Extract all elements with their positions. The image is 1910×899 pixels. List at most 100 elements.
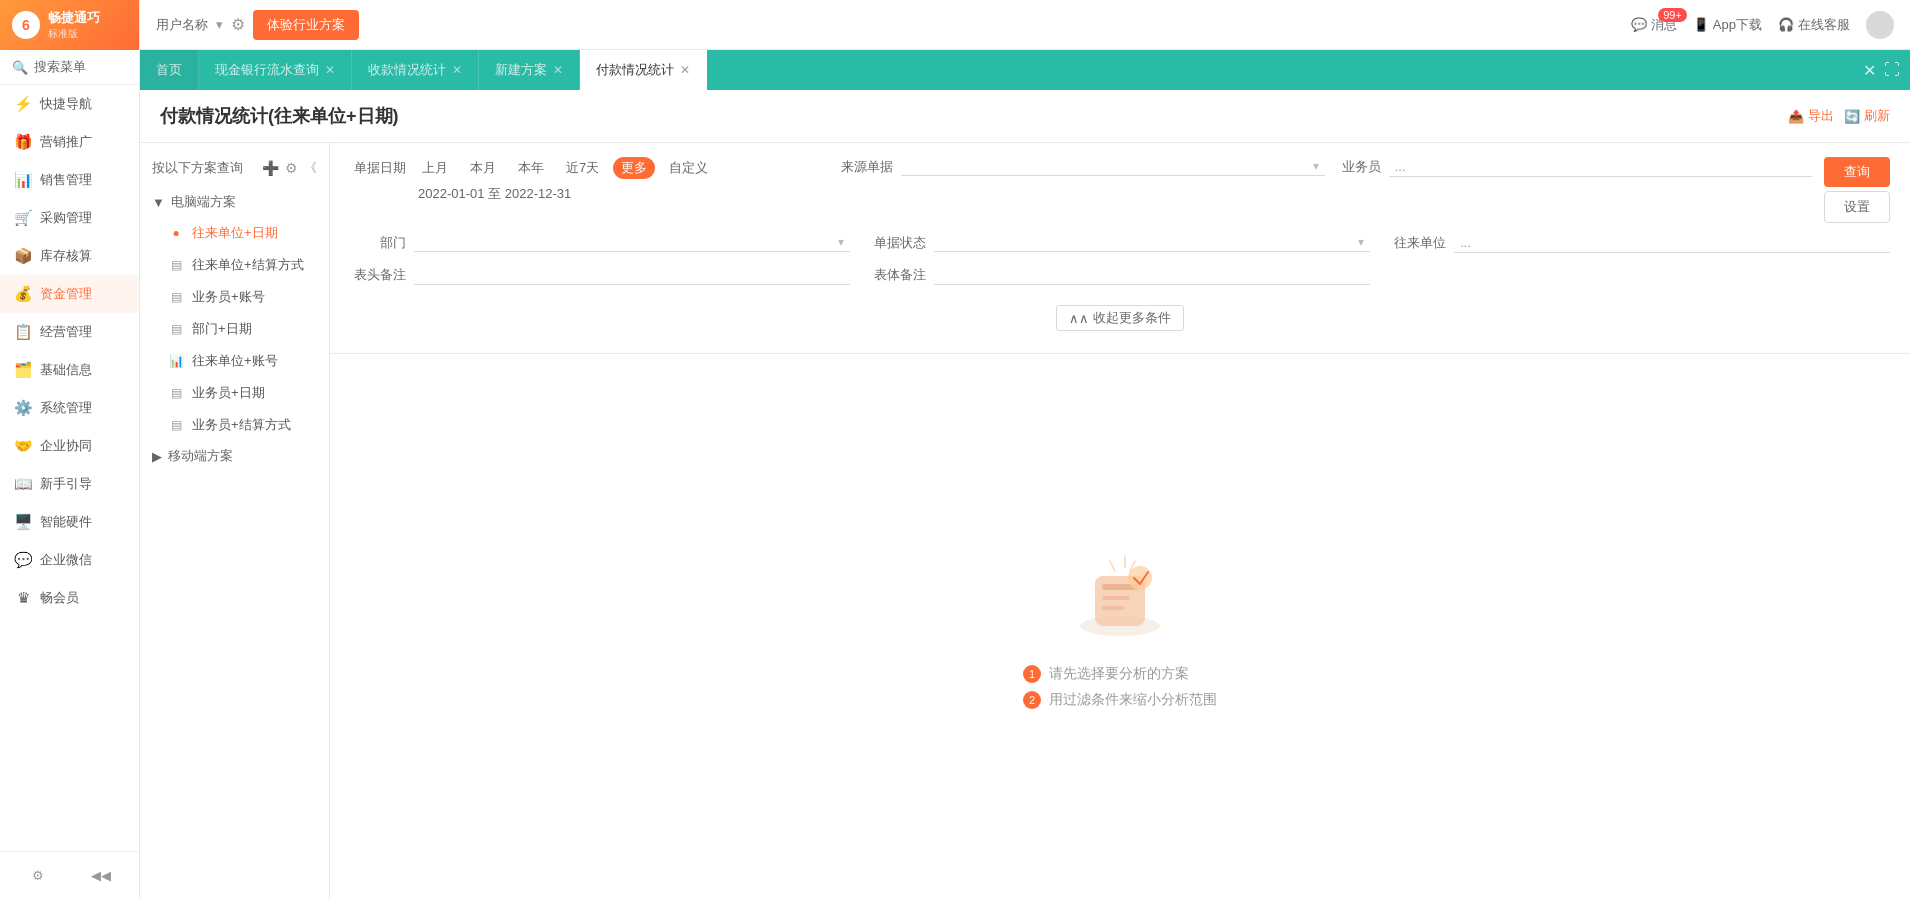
tip-num-1: 1 — [1023, 665, 1041, 683]
trial-btn[interactable]: 体验行业方案 — [253, 10, 359, 40]
inventory-icon: 📦 — [14, 247, 32, 265]
dept-filter: 部门 ▾ — [350, 233, 850, 252]
body-note-filter: 表体备注 — [870, 265, 1370, 285]
tab-payment-stats[interactable]: 付款情况统计 ✕ — [580, 50, 707, 90]
content-area: 付款情况统计(往来单位+日期) 📤 导出 🔄 刷新 按以下方案查询 ➕ — [140, 90, 1910, 899]
scheme-item-salesman-settle[interactable]: ▤ 业务员+结算方式 — [140, 409, 329, 441]
sidebar-item-label: 库存核算 — [40, 247, 92, 265]
sidebar-item-marketing[interactable]: 🎁 营销推广 — [0, 123, 139, 161]
sidebar-nav: ⚡ 快捷导航 🎁 营销推广 📊 销售管理 🛒 采购管理 📦 库存核算 💰 资金管… — [0, 85, 139, 851]
tab-payment-stats-close[interactable]: ✕ — [680, 63, 690, 77]
sidebar-item-system[interactable]: ⚙️ 系统管理 — [0, 389, 139, 427]
user-avatar[interactable] — [1866, 11, 1894, 39]
doc-status-filter: 单据状态 ▾ — [870, 233, 1370, 252]
collapse-conditions-btn[interactable]: ∧∧ 收起更多条件 — [1056, 305, 1184, 331]
sidebar-collapse-btn[interactable]: ◀◀ — [74, 862, 130, 889]
tab-minimize-btn[interactable]: ✕ — [1863, 61, 1876, 80]
partner-filter: 往来单位 ... — [1390, 233, 1890, 253]
source-select[interactable]: ▾ — [901, 157, 1324, 176]
sidebar-item-label: 快捷导航 — [40, 95, 92, 113]
query-btn[interactable]: 查询 — [1824, 157, 1890, 187]
sidebar-item-vip[interactable]: ♛ 畅会员 — [0, 579, 139, 617]
message-action[interactable]: 💬 消息 99+ — [1631, 16, 1677, 34]
scheme-item-salesman-date[interactable]: ▤ 业务员+日期 — [140, 377, 329, 409]
refresh-btn[interactable]: 🔄 刷新 — [1844, 107, 1890, 125]
export-btn[interactable]: 📤 导出 — [1788, 107, 1834, 125]
scheme-item-label: 部门+日期 — [192, 320, 252, 338]
panel-add-icon[interactable]: ➕ — [262, 160, 279, 176]
sidebar-item-operation[interactable]: 📋 经营管理 — [0, 313, 139, 351]
sidebar-item-label: 新手引导 — [40, 475, 92, 493]
tab-new-plan[interactable]: 新建方案 ✕ — [479, 50, 580, 90]
search-menu-label: 搜索菜单 — [34, 58, 86, 76]
scheme-item-dept-date[interactable]: ▤ 部门+日期 — [140, 313, 329, 345]
date-opt-this-month[interactable]: 本月 — [462, 157, 504, 179]
tab-receipt-stats-label: 收款情况统计 — [368, 61, 446, 79]
settings-btn[interactable]: 设置 — [1824, 191, 1890, 223]
sidebar-item-inventory[interactable]: 📦 库存核算 — [0, 237, 139, 275]
scheme-item-partner-settle[interactable]: ▤ 往来单位+结算方式 — [140, 249, 329, 281]
tab-home[interactable]: 首页 — [140, 50, 199, 90]
topbar-settings-icon[interactable]: ⚙ — [231, 15, 245, 34]
tab-bank-flow-close[interactable]: ✕ — [325, 63, 335, 77]
scheme-item-partner-date[interactable]: ● 往来单位+日期 — [140, 217, 329, 249]
right-panel: 单据日期 上月 本月 本年 近7天 更多 自定义 — [330, 143, 1910, 899]
body-note-label: 表体备注 — [870, 266, 926, 284]
head-note-filter: 表头备注 — [350, 265, 850, 285]
sidebar-item-label: 经营管理 — [40, 323, 92, 341]
scheme-group-mobile-title[interactable]: ▶ 移动端方案 — [140, 441, 329, 471]
tab-bank-flow[interactable]: 现金银行流水查询 ✕ — [199, 50, 352, 90]
sidebar-item-collab[interactable]: 🤝 企业协同 — [0, 427, 139, 465]
sidebar-item-hardware[interactable]: 🖥️ 智能硬件 — [0, 503, 139, 541]
sidebar-item-quick-nav[interactable]: ⚡ 快捷导航 — [0, 85, 139, 123]
sidebar-item-finance[interactable]: 💰 资金管理 — [0, 275, 139, 313]
settings-icon: ⚙ — [32, 868, 44, 883]
empty-tip-1-text: 请先选择要分析的方案 — [1049, 665, 1189, 683]
date-opt-more[interactable]: 更多 — [613, 157, 655, 179]
doc-status-select[interactable]: ▾ — [934, 233, 1370, 252]
app-download-action[interactable]: 📱 App下载 — [1693, 16, 1762, 34]
tab-receipt-stats-close[interactable]: ✕ — [452, 63, 462, 77]
sidebar-item-label: 智能硬件 — [40, 513, 92, 531]
sidebar-item-basic[interactable]: 🗂️ 基础信息 — [0, 351, 139, 389]
hardware-icon: 🖥️ — [14, 513, 32, 531]
date-opt-last-month[interactable]: 上月 — [414, 157, 456, 179]
sidebar-item-guide[interactable]: 📖 新手引导 — [0, 465, 139, 503]
panel-collapse-icon[interactable]: 《 — [304, 159, 317, 177]
sidebar-item-purchase[interactable]: 🛒 采购管理 — [0, 199, 139, 237]
partner-select[interactable]: ... — [1454, 233, 1890, 253]
date-opt-this-year[interactable]: 本年 — [510, 157, 552, 179]
tab-maximize-btn[interactable]: ⛶ — [1884, 61, 1900, 79]
svg-rect-4 — [1102, 606, 1124, 610]
tab-receipt-stats[interactable]: 收款情况统计 ✕ — [352, 50, 479, 90]
scheme-item-icon: ▤ — [168, 289, 184, 305]
online-service-action[interactable]: 🎧 在线客服 — [1778, 16, 1850, 34]
panel-settings-icon[interactable]: ⚙ — [285, 160, 298, 176]
svg-point-5 — [1128, 566, 1152, 590]
refresh-label: 刷新 — [1864, 107, 1890, 125]
scheme-group-arrow: ▼ — [152, 195, 165, 210]
body-note-input[interactable] — [934, 265, 1370, 285]
scheme-item-partner-account[interactable]: 📊 往来单位+账号 — [140, 345, 329, 377]
sidebar-item-sales[interactable]: 📊 销售管理 — [0, 161, 139, 199]
scheme-item-icon: ▤ — [168, 385, 184, 401]
date-opt-custom[interactable]: 自定义 — [661, 157, 716, 179]
app-logo: 6 畅捷通巧 标准版 — [0, 0, 139, 50]
sidebar-item-wechat[interactable]: 💬 企业微信 — [0, 541, 139, 579]
scheme-item-salesman-account[interactable]: ▤ 业务员+账号 — [140, 281, 329, 313]
left-panel: 按以下方案查询 ➕ ⚙ 《 ▼ 电脑端方案 ● 往来单位+日期 — [140, 143, 330, 899]
filter-area: 单据日期 上月 本月 本年 近7天 更多 自定义 — [330, 143, 1910, 354]
topbar: 用户名称 ▾ ⚙ 体验行业方案 💬 消息 99+ 📱 App下载 🎧 在线客服 — [140, 0, 1910, 50]
dept-select[interactable]: ▾ — [414, 233, 850, 252]
tab-new-plan-close[interactable]: ✕ — [553, 63, 563, 77]
scheme-item-label: 往来单位+账号 — [192, 352, 278, 370]
topbar-dropdown-arrow[interactable]: ▾ — [216, 17, 223, 32]
refresh-icon: 🔄 — [1844, 109, 1860, 124]
sidebar-settings-btn[interactable]: ⚙ — [10, 862, 66, 889]
salesman-select[interactable]: ... — [1389, 157, 1812, 177]
scheme-group-desktop-title[interactable]: ▼ 电脑端方案 — [140, 187, 329, 217]
date-opt-7days[interactable]: 近7天 — [558, 157, 607, 179]
search-menu[interactable]: 🔍 搜索菜单 — [0, 50, 139, 85]
logo-text: 畅捷通巧 标准版 — [48, 9, 100, 41]
head-note-input[interactable] — [414, 265, 850, 285]
